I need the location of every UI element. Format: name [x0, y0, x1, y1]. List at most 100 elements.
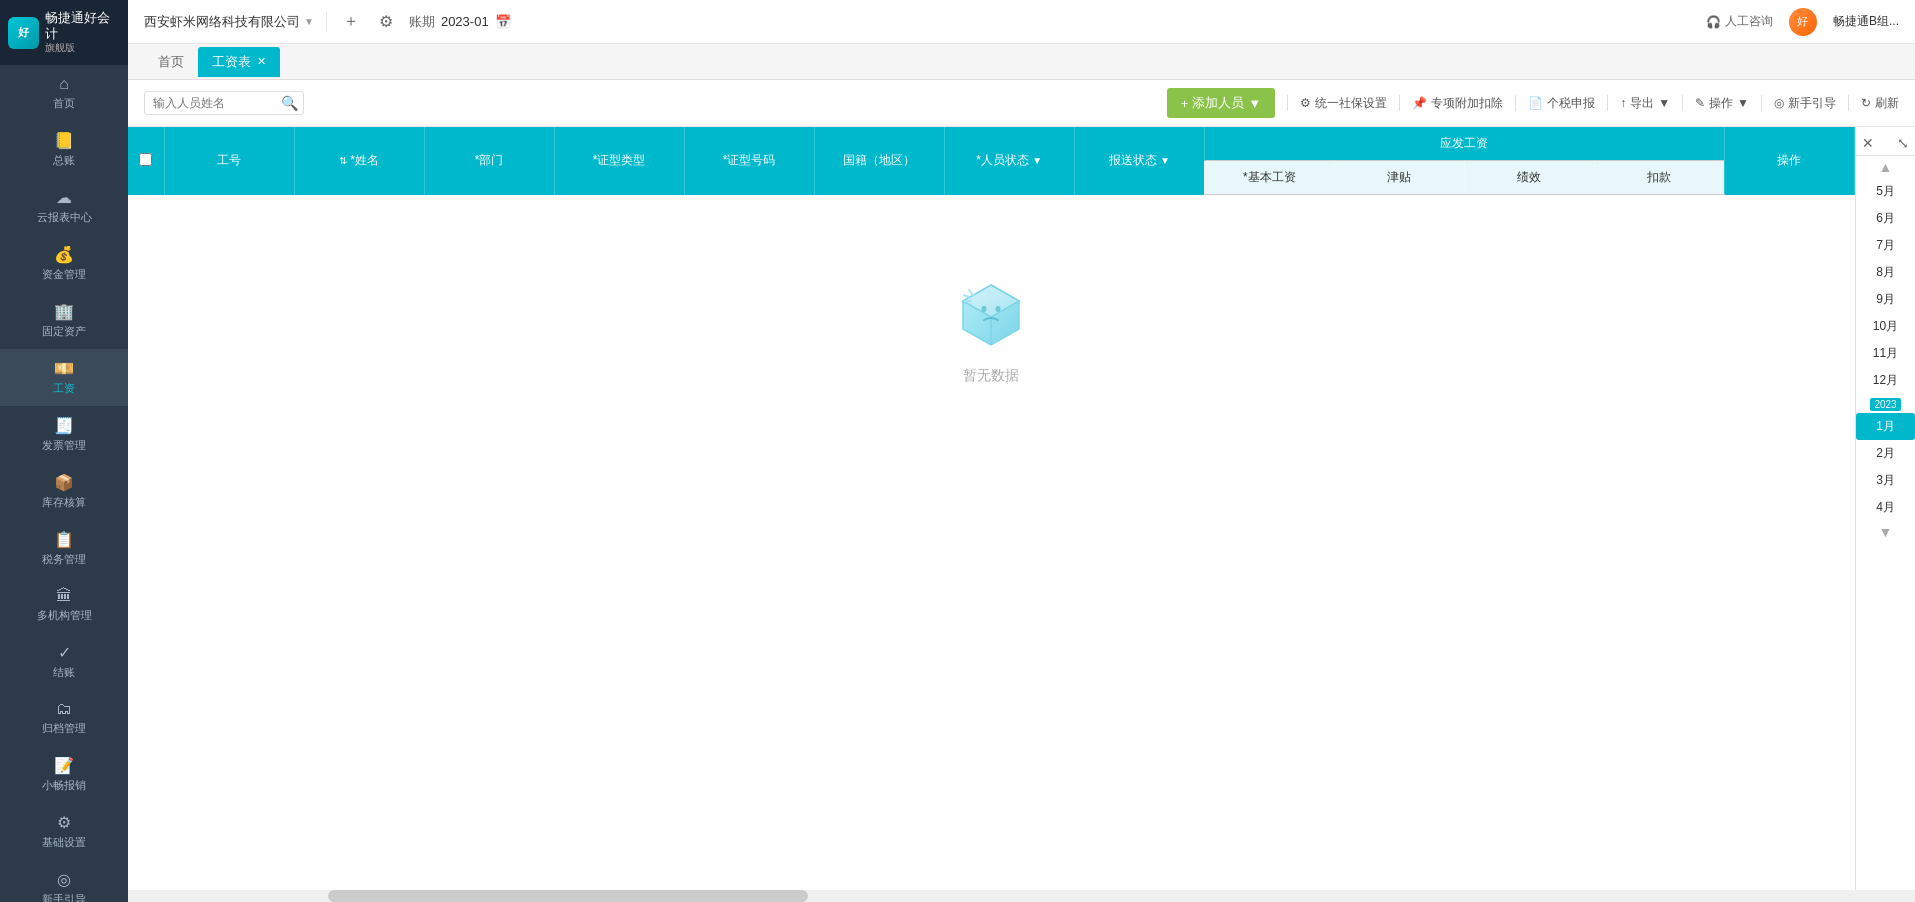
- sidebar-item-multi-org[interactable]: 🏛 多机构管理: [0, 577, 128, 633]
- sidebar-item-fund[interactable]: 💰 资金管理: [0, 235, 128, 292]
- month-item-2022-6[interactable]: 6月: [1856, 205, 1915, 232]
- month-item-2022-7[interactable]: 7月: [1856, 232, 1915, 259]
- refresh-label: 刷新: [1875, 95, 1899, 112]
- guide-icon: ◎: [57, 870, 71, 889]
- right-panel-header: ✕ ⤡: [1856, 131, 1915, 156]
- app-name: 畅捷通好会计: [45, 10, 120, 41]
- right-panel-expand-button[interactable]: ⤡: [1897, 135, 1909, 151]
- expense-icon: 📝: [54, 756, 74, 775]
- operate-label: 操作: [1709, 95, 1733, 112]
- month-item-2023-2[interactable]: 2月: [1856, 440, 1915, 467]
- sidebar-item-tax[interactable]: 📋 税务管理: [0, 520, 128, 577]
- right-panel-close-button[interactable]: ✕: [1862, 135, 1874, 151]
- personal-tax-action[interactable]: 📄 个税申报: [1528, 95, 1595, 112]
- human-service-label: 人工咨询: [1725, 13, 1773, 30]
- accounting-period: 账期 2023-01 📅: [409, 13, 511, 31]
- period-label: 账期: [409, 13, 435, 31]
- sidebar-label-salary: 工资: [53, 381, 75, 396]
- month-item-2022-5[interactable]: 5月: [1856, 178, 1915, 205]
- table-header-base-salary: *基本工资: [1204, 161, 1334, 195]
- table-header-report-status: 报送状态 ▼: [1074, 127, 1204, 195]
- calendar-icon[interactable]: 📅: [495, 14, 511, 29]
- company-settings-button[interactable]: ⚙: [375, 8, 397, 35]
- month-item-2022-12[interactable]: 12月: [1856, 367, 1915, 394]
- sidebar-item-inventory[interactable]: 📦 库存核算: [0, 463, 128, 520]
- social-security-label: 统一社保设置: [1315, 95, 1387, 112]
- sidebar-label-guide: 新手引导: [42, 892, 86, 902]
- guide-action[interactable]: ◎ 新手引导: [1774, 95, 1836, 112]
- scroll-up-button[interactable]: ▲: [1876, 156, 1896, 178]
- horizontal-scrollbar[interactable]: [128, 890, 1915, 902]
- salary-table: 工号 ⇅ *姓名 *部门 *证型类型 *证型号码 国籍（地区） *人员状态 ▼: [128, 127, 1855, 465]
- header: 西安虾米网络科技有限公司 ▼ ＋ ⚙ 账期 2023-01 📅 🎧 人工咨询 好…: [128, 0, 1915, 44]
- month-item-2022-9[interactable]: 9月: [1856, 286, 1915, 313]
- human-service-button[interactable]: 🎧 人工咨询: [1706, 13, 1773, 30]
- status-filter-icon[interactable]: ▼: [1032, 155, 1042, 166]
- export-action[interactable]: ↑ 导出 ▼: [1620, 95, 1670, 112]
- toolbar-sep-7: [1848, 95, 1849, 111]
- table-header-row-1: 工号 ⇅ *姓名 *部门 *证型类型 *证型号码 国籍（地区） *人员状态 ▼: [128, 127, 1855, 161]
- guide-toolbar-icon: ◎: [1774, 96, 1784, 110]
- user-name[interactable]: 畅捷通B组...: [1833, 13, 1899, 30]
- sidebar-item-fixed-assets[interactable]: 🏢 固定资产: [0, 292, 128, 349]
- scroll-down-button[interactable]: ▼: [1876, 521, 1896, 543]
- month-item-2023-4[interactable]: 4月: [1856, 494, 1915, 521]
- sidebar-label-invoice: 发票管理: [42, 438, 86, 453]
- settings-icon: ⚙: [57, 813, 71, 832]
- special-deduction-action[interactable]: 📌 专项附加扣除: [1412, 95, 1503, 112]
- sidebar-label-fund: 资金管理: [42, 267, 86, 282]
- sidebar-label-tax: 税务管理: [42, 552, 86, 567]
- sidebar-item-home[interactable]: ⌂ 首页: [0, 65, 128, 121]
- month-item-2023-3[interactable]: 3月: [1856, 467, 1915, 494]
- search-input[interactable]: [144, 91, 304, 115]
- company-selector[interactable]: 西安虾米网络科技有限公司 ▼: [144, 13, 314, 31]
- sidebar-item-closing[interactable]: ✓ 结账: [0, 633, 128, 690]
- sidebar-item-archive[interactable]: 🗂 归档管理: [0, 690, 128, 746]
- invoice-icon: 🧾: [54, 416, 74, 435]
- month-item-2023-1[interactable]: 1月: [1856, 413, 1915, 440]
- sidebar-label-inventory: 库存核算: [42, 495, 86, 510]
- app-edition: 旗舰版: [45, 41, 120, 55]
- add-person-dropdown-icon: ▼: [1248, 96, 1261, 111]
- sidebar-label-expense: 小畅报销: [42, 778, 86, 793]
- special-deduction-label: 专项附加扣除: [1431, 95, 1503, 112]
- toolbar-sep-6: [1761, 95, 1762, 111]
- sidebar-nav: ⌂ 首页 📒 总账 ☁ 云报表中心 💰 资金管理 🏢 固定资产 💴 工资 🧾 发…: [0, 65, 128, 902]
- tab-home[interactable]: 首页: [144, 47, 198, 77]
- add-person-button[interactable]: + 添加人员 ▼: [1167, 88, 1275, 118]
- search-wrapper: 🔍: [144, 91, 304, 115]
- sidebar-item-ledger[interactable]: 📒 总账: [0, 121, 128, 178]
- add-company-button[interactable]: ＋: [339, 7, 363, 36]
- export-icon: ↑: [1620, 96, 1626, 110]
- sidebar-item-settings[interactable]: ⚙ 基础设置: [0, 803, 128, 860]
- month-item-2022-8[interactable]: 8月: [1856, 259, 1915, 286]
- social-security-action[interactable]: ⚙ 统一社保设置: [1300, 95, 1387, 112]
- empty-icon: [951, 275, 1031, 355]
- sidebar-item-expense[interactable]: 📝 小畅报销: [0, 746, 128, 803]
- report-status-filter-icon[interactable]: ▼: [1160, 155, 1170, 166]
- tab-salary-table[interactable]: 工资表 ✕: [198, 47, 280, 77]
- scrollbar-thumb[interactable]: [328, 890, 808, 902]
- sidebar-label-ledger: 总账: [53, 153, 75, 168]
- sidebar-item-invoice[interactable]: 🧾 发票管理: [0, 406, 128, 463]
- sort-icon-name: ⇅: [339, 155, 347, 166]
- table-header-nationality: 国籍（地区）: [814, 127, 944, 195]
- toolbar-right: + 添加人员 ▼ ⚙ 统一社保设置 📌 专项附加扣除 📄 个税申报 ↑: [1167, 88, 1899, 118]
- table-header-checkbox[interactable]: [128, 127, 164, 195]
- closing-icon: ✓: [58, 643, 71, 662]
- refresh-action[interactable]: ↻ 刷新: [1861, 95, 1899, 112]
- toolbar-sep-4: [1607, 95, 1608, 111]
- user-avatar: 好: [1789, 8, 1817, 36]
- empty-row: 暂无数据: [128, 195, 1855, 466]
- empty-text: 暂无数据: [963, 367, 1019, 385]
- sidebar-item-guide[interactable]: ◎ 新手引导: [0, 860, 128, 902]
- sidebar-item-salary[interactable]: 💴 工资: [0, 349, 128, 406]
- tab-close-icon[interactable]: ✕: [257, 55, 266, 68]
- select-all-checkbox[interactable]: [139, 153, 152, 166]
- sidebar-label-closing: 结账: [53, 665, 75, 680]
- search-icon[interactable]: 🔍: [281, 95, 298, 111]
- month-item-2022-10[interactable]: 10月: [1856, 313, 1915, 340]
- operate-action[interactable]: ✎ 操作 ▼: [1695, 95, 1749, 112]
- month-item-2022-11[interactable]: 11月: [1856, 340, 1915, 367]
- sidebar-item-cloud-report[interactable]: ☁ 云报表中心: [0, 178, 128, 235]
